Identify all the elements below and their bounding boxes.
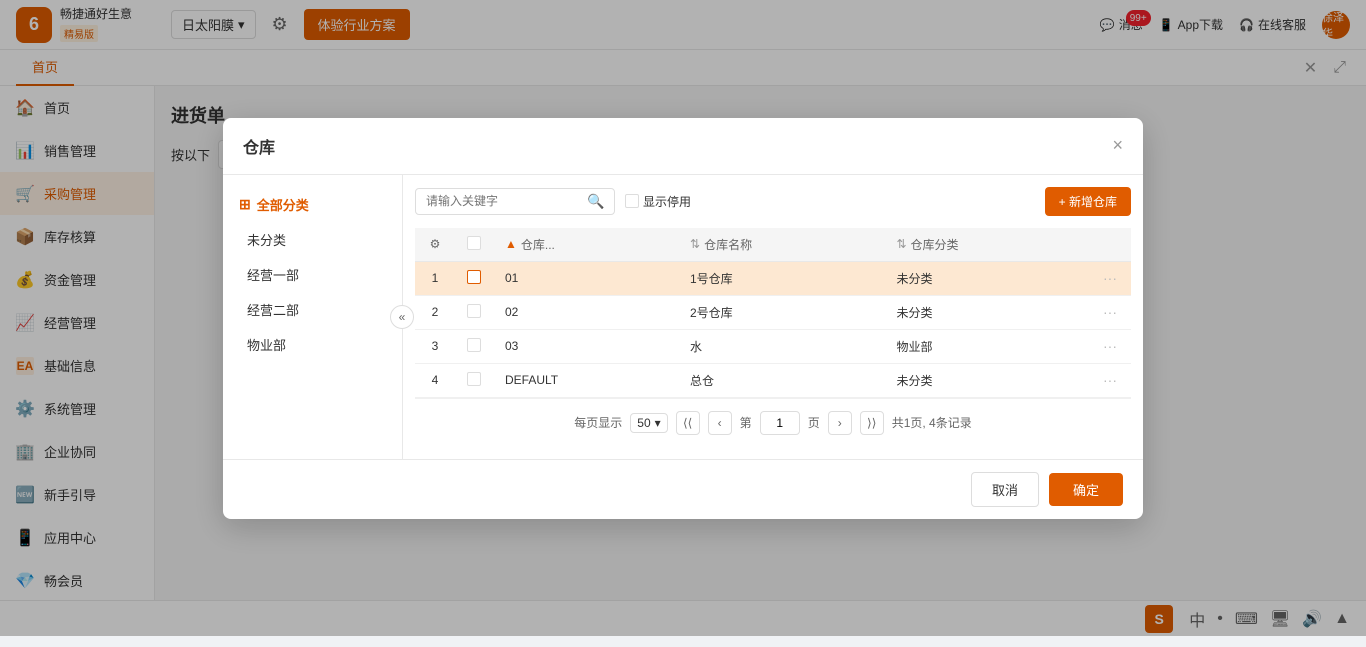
category-item-dept2[interactable]: 经营二部 (223, 292, 402, 327)
row-name-2: 2号仓库 (678, 295, 884, 329)
category-item-property[interactable]: 物业部 (223, 327, 402, 362)
col-code: ▲ 仓库... (493, 228, 678, 262)
page-size-select[interactable]: 50 ▾ (630, 413, 667, 433)
sort-cat-icon: ⇅ (896, 237, 906, 251)
add-warehouse-button[interactable]: + 新增仓库 (1045, 187, 1131, 216)
search-input[interactable] (426, 194, 581, 208)
sort-icon: ▲ (505, 237, 517, 251)
col-settings: ⚙ (415, 228, 455, 262)
chevron-down-icon: ▾ (655, 416, 661, 430)
cancel-button[interactable]: 取消 (971, 472, 1039, 507)
pagination: 每页显示 50 ▾ ⟨⟨ ‹ 第 页 › ⟩⟩ 共1页, 4条记录 (415, 398, 1131, 447)
col-name: ⇅ 仓库名称 (678, 228, 884, 262)
search-box: 🔍 (415, 188, 615, 215)
row-checkbox-2[interactable] (455, 295, 493, 329)
category-sidebar: ⊞ 全部分类 未分类 经营一部 经营二部 物业部 « (223, 175, 403, 459)
row-more-2[interactable]: ··· (1091, 295, 1131, 329)
sidebar-collapse-button[interactable]: « (390, 305, 414, 329)
select-all-checkbox[interactable] (467, 236, 481, 250)
category-header[interactable]: ⊞ 全部分类 (223, 187, 402, 222)
row-name-4: 总仓 (678, 363, 884, 397)
row-checkbox-3[interactable] (455, 329, 493, 363)
row-num-4: 4 (415, 363, 455, 397)
row-name-3: 水 (678, 329, 884, 363)
sort-name-icon: ⇅ (690, 237, 700, 251)
grid-icon: ⊞ (239, 196, 251, 213)
confirm-button[interactable]: 确定 (1049, 473, 1123, 506)
row-code-1: 01 (493, 261, 678, 295)
row-num-2: 2 (415, 295, 455, 329)
warehouse-modal: 仓库 × ⊞ 全部分类 未分类 经营一部 经营二部 (223, 118, 1143, 519)
table-body: 1 01 1号仓库 未分类 ··· 2 (415, 261, 1131, 397)
table-area: 🔍 显示停用 + 新增仓库 ⚙ (403, 175, 1143, 459)
last-page-button[interactable]: ⟩⟩ (860, 411, 884, 435)
row-more-3[interactable]: ··· (1091, 329, 1131, 363)
table-row[interactable]: 3 03 水 物业部 ··· (415, 329, 1131, 363)
table-row[interactable]: 4 DEFAULT 总仓 未分类 ··· (415, 363, 1131, 397)
next-page-button[interactable]: › (828, 411, 852, 435)
search-icon: 🔍 (587, 193, 604, 210)
page-size-label: 每页显示 (574, 414, 622, 431)
row-more-4[interactable]: ··· (1091, 363, 1131, 397)
page-label: 第 (740, 414, 752, 431)
modal-overlay: 仓库 × ⊞ 全部分类 未分类 经营一部 经营二部 (0, 0, 1366, 636)
chevron-left-icon: « (399, 310, 406, 324)
row-category-3: 物业部 (884, 329, 1091, 363)
row-code-3: 03 (493, 329, 678, 363)
modal-close-button[interactable]: × (1112, 135, 1123, 156)
page-number-input[interactable] (760, 411, 800, 435)
modal-header: 仓库 × (223, 118, 1143, 175)
row-category-2: 未分类 (884, 295, 1091, 329)
row-more-1[interactable]: ··· (1091, 261, 1131, 295)
col-category: ⇅ 仓库分类 (884, 228, 1091, 262)
warehouse-table: ⚙ ▲ 仓库... (415, 228, 1131, 398)
row-category-4: 未分类 (884, 363, 1091, 397)
row-num-3: 3 (415, 329, 455, 363)
row-checkbox-1[interactable] (455, 261, 493, 295)
table-container: ⚙ ▲ 仓库... (415, 228, 1131, 398)
modal-title: 仓库 (243, 134, 275, 158)
page-unit: 页 (808, 414, 820, 431)
row-category-1: 未分类 (884, 261, 1091, 295)
row-num-1: 1 (415, 261, 455, 295)
row-code-2: 02 (493, 295, 678, 329)
category-item-dept1[interactable]: 经营一部 (223, 257, 402, 292)
table-header: ⚙ ▲ 仓库... (415, 228, 1131, 262)
first-page-button[interactable]: ⟨⟨ (676, 411, 700, 435)
table-toolbar: 🔍 显示停用 + 新增仓库 (415, 187, 1131, 216)
col-action (1091, 228, 1131, 262)
prev-page-button[interactable]: ‹ (708, 411, 732, 435)
table-row[interactable]: 1 01 1号仓库 未分类 ··· (415, 261, 1131, 295)
table-row[interactable]: 2 02 2号仓库 未分类 ··· (415, 295, 1131, 329)
show-disabled-label[interactable]: 显示停用 (625, 193, 691, 210)
row-name-1: 1号仓库 (678, 261, 884, 295)
show-disabled-checkbox[interactable] (625, 194, 639, 208)
row-code-4: DEFAULT (493, 363, 678, 397)
category-item-uncategorized[interactable]: 未分类 (223, 222, 402, 257)
col-checkbox (455, 228, 493, 262)
modal-body: ⊞ 全部分类 未分类 经营一部 经营二部 物业部 « (223, 175, 1143, 459)
page-total: 共1页, 4条记录 (892, 414, 972, 431)
row-checkbox-4[interactable] (455, 363, 493, 397)
modal-footer: 取消 确定 (223, 459, 1143, 519)
